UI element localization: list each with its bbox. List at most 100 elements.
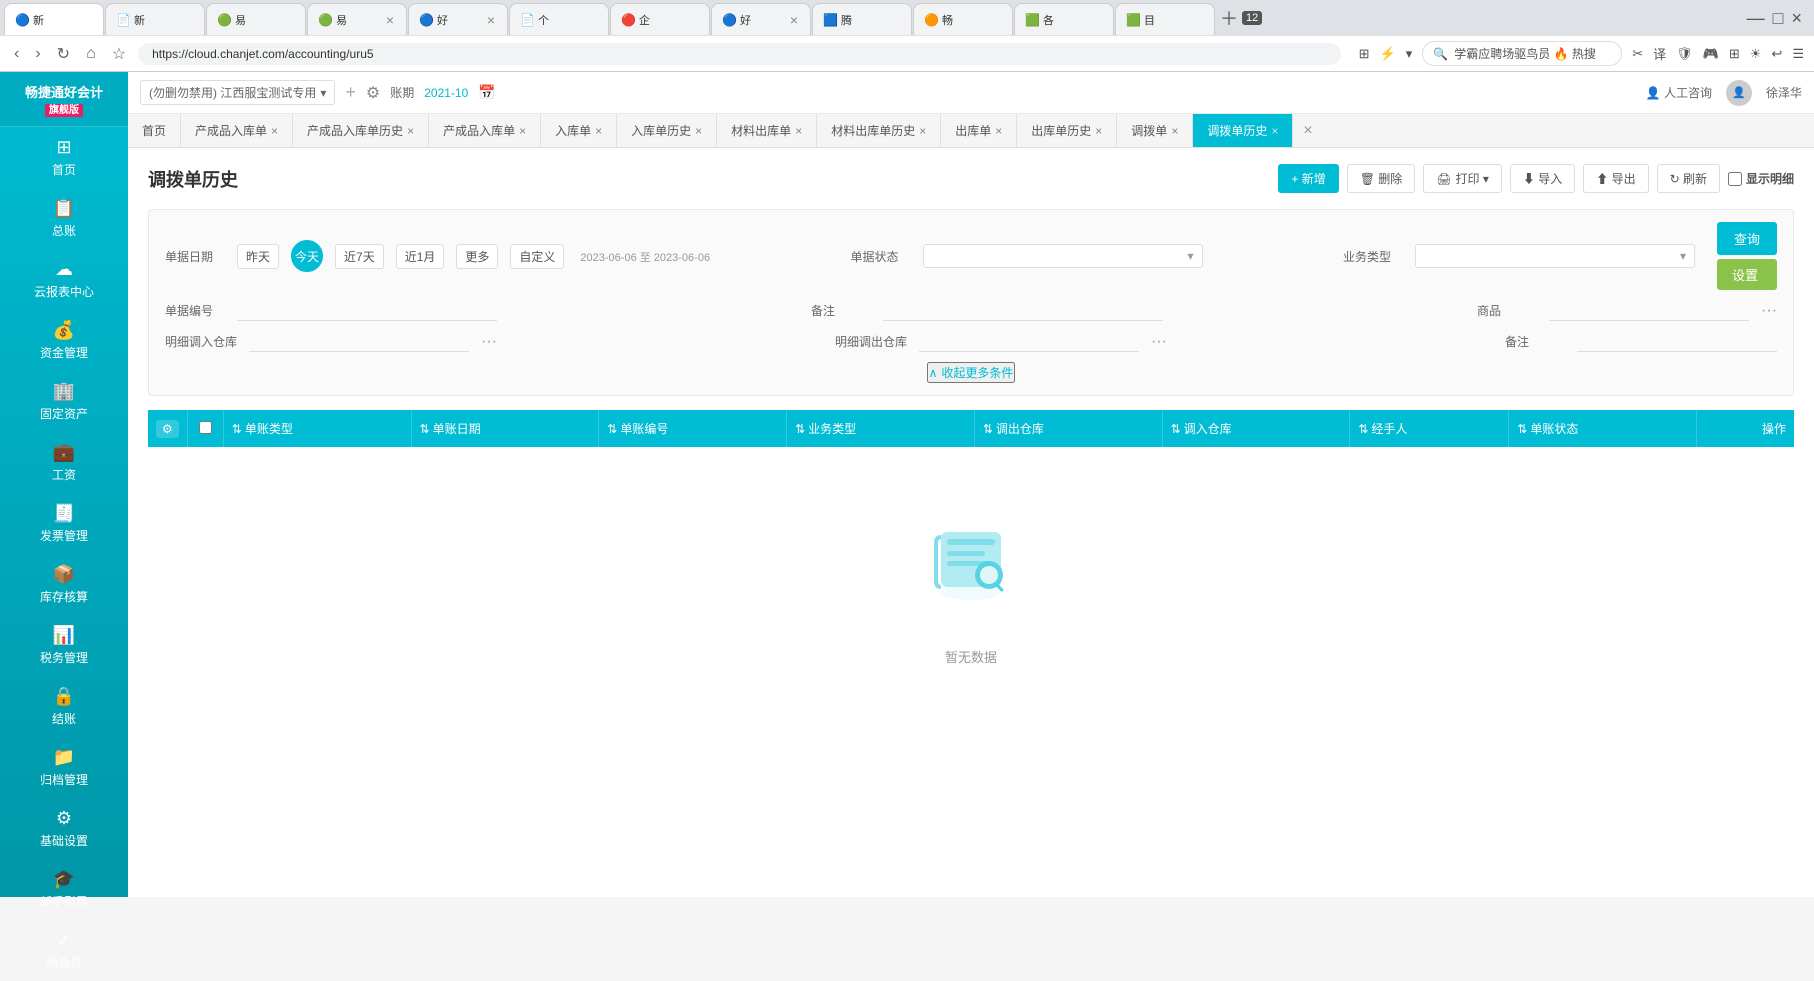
sidebar-item-ledger[interactable]: 📋 总账 bbox=[0, 188, 128, 249]
nav-tab-transfer-history[interactable]: 调拨单历史 × bbox=[1193, 114, 1293, 147]
theme-icon[interactable]: ☀ bbox=[1750, 46, 1762, 62]
tab-close-4[interactable]: × bbox=[485, 12, 497, 28]
user-avatar[interactable]: 👤 bbox=[1726, 80, 1752, 106]
sidebar-item-home[interactable]: ⊞ 首页 bbox=[0, 127, 128, 188]
sidebar-item-capital[interactable]: 💰 资金管理 bbox=[0, 310, 128, 371]
refresh-button[interactable]: ↻ bbox=[53, 42, 74, 66]
goods-more-icon[interactable]: ··· bbox=[1761, 302, 1777, 320]
th-number[interactable]: ⇅ 单账编号 bbox=[599, 410, 787, 447]
nav-tab-close[interactable]: × bbox=[407, 124, 414, 138]
window-minimize-btn[interactable]: — bbox=[1747, 8, 1765, 29]
import-button[interactable]: ⬇ 导入 bbox=[1510, 164, 1575, 193]
tab-close-7[interactable]: × bbox=[788, 12, 800, 28]
date-btn-today[interactable]: 今天 bbox=[291, 240, 323, 272]
service-btn[interactable]: 👤 人工咨询 bbox=[1646, 84, 1712, 101]
query-button[interactable]: 查询 bbox=[1717, 222, 1777, 255]
th-status[interactable]: ⇅ 单账状态 bbox=[1509, 410, 1697, 447]
menu-icon[interactable]: ☰ bbox=[1792, 46, 1804, 62]
th-type[interactable]: ⇅ 单账类型 bbox=[223, 410, 411, 447]
browser-tab-8[interactable]: 🟦 腾 bbox=[812, 3, 912, 35]
date-btn-1month[interactable]: 近1月 bbox=[396, 244, 445, 269]
nav-tab-product-in2[interactable]: 产成品入库单 × bbox=[429, 114, 541, 147]
print-button[interactable]: 🖨 🖨 打印 打印 ▾ bbox=[1423, 164, 1502, 193]
business-select[interactable]: ▾ bbox=[1415, 244, 1695, 268]
forward-button[interactable]: › bbox=[31, 43, 44, 65]
browser-tab-1[interactable]: 📄 新 bbox=[105, 3, 205, 35]
settings-gear-icon[interactable]: ⚙ bbox=[366, 83, 380, 103]
detail-out-more-icon[interactable]: ··· bbox=[1151, 333, 1167, 351]
star-button[interactable]: ☆ bbox=[108, 42, 130, 66]
th-settings[interactable]: ⚙ bbox=[148, 410, 187, 447]
company-selector[interactable]: (勿删勿禁用) 江西服宝测试专用 ▾ bbox=[140, 80, 335, 105]
nav-tab-close[interactable]: × bbox=[1095, 124, 1102, 138]
browser-tab-11[interactable]: 🟩 目 bbox=[1115, 3, 1215, 35]
history-icon[interactable]: ↩ bbox=[1771, 46, 1782, 62]
delete-button[interactable]: 🗑 删除 bbox=[1347, 164, 1416, 193]
translate-icon[interactable]: 译 bbox=[1653, 44, 1666, 63]
nav-tab-close[interactable]: × bbox=[595, 124, 602, 138]
new-tab-button[interactable]: ＋ bbox=[1216, 1, 1242, 35]
grid-icon[interactable]: ⊞ bbox=[1729, 46, 1740, 62]
sidebar-item-guide[interactable]: 🎓 新手引导 bbox=[0, 859, 128, 920]
tab-close-3[interactable]: × bbox=[384, 12, 396, 28]
browser-tab-2[interactable]: 🟢 易 bbox=[206, 3, 306, 35]
browser-tab-10[interactable]: 🟩 各 bbox=[1014, 3, 1114, 35]
sidebar-item-close[interactable]: 🔒 结账 bbox=[0, 676, 128, 737]
scissors-icon[interactable]: ✂ bbox=[1632, 46, 1643, 62]
date-btn-more[interactable]: 更多 bbox=[456, 244, 498, 269]
nav-tab-close[interactable]: × bbox=[1171, 124, 1178, 138]
home-button[interactable]: ⌂ bbox=[82, 43, 100, 65]
nav-tab-close[interactable]: × bbox=[995, 124, 1002, 138]
goods-input[interactable] bbox=[1549, 300, 1749, 321]
nav-tab-close[interactable]: × bbox=[271, 124, 278, 138]
date-btn-7days[interactable]: 近7天 bbox=[335, 244, 384, 269]
select-all-checkbox[interactable] bbox=[199, 421, 212, 434]
date-btn-yesterday[interactable]: 昨天 bbox=[237, 244, 279, 269]
sidebar-item-fixed[interactable]: 🏢 固定资产 bbox=[0, 371, 128, 432]
nav-tab-in-history[interactable]: 入库单历史 × bbox=[617, 114, 717, 147]
sidebar-item-settings[interactable]: ⚙ 基础设置 bbox=[0, 798, 128, 859]
browser-tab-9[interactable]: 🟠 畅 bbox=[913, 3, 1013, 35]
browser-tab-logo[interactable]: 🔵 新 bbox=[4, 3, 104, 35]
address-input[interactable] bbox=[138, 43, 1341, 65]
browser-tab-4[interactable]: 🔵 好 × bbox=[408, 3, 508, 35]
collapse-button[interactable]: ∧ 收起更多条件 bbox=[927, 362, 1016, 383]
detail-note-input[interactable] bbox=[1577, 331, 1777, 352]
th-in-warehouse[interactable]: ⇅ 调入仓库 bbox=[1162, 410, 1350, 447]
window-close-btn[interactable]: × bbox=[1791, 8, 1802, 29]
nav-tab-product-in-history[interactable]: 产成品入库单历史 × bbox=[293, 114, 429, 147]
nav-tab-material-out[interactable]: 材料出库单 × bbox=[717, 114, 817, 147]
sidebar-item-invoice[interactable]: 🧾 发票管理 bbox=[0, 493, 128, 554]
nav-tab-close[interactable]: × bbox=[695, 124, 702, 138]
nav-tab-in-order[interactable]: 入库单 × bbox=[541, 114, 617, 147]
th-out-warehouse[interactable]: ⇅ 调出仓库 bbox=[974, 410, 1162, 447]
sidebar-item-wages[interactable]: 💼 工资 bbox=[0, 432, 128, 493]
date-btn-custom[interactable]: 自定义 bbox=[510, 244, 564, 269]
sidebar-item-archive[interactable]: 📁 归档管理 bbox=[0, 737, 128, 798]
nav-tab-close[interactable]: × bbox=[919, 124, 926, 138]
detail-in-input[interactable] bbox=[249, 331, 469, 352]
nav-tab-material-out-history[interactable]: 材料出库单历史 × bbox=[817, 114, 941, 147]
gear-icon[interactable]: ⚙ bbox=[156, 420, 179, 438]
nav-tab-close[interactable]: × bbox=[519, 124, 526, 138]
browser-tab-7[interactable]: 🔵 好 × bbox=[711, 3, 811, 35]
detail-out-input[interactable] bbox=[919, 331, 1139, 352]
th-date[interactable]: ⇅ 单账日期 bbox=[411, 410, 599, 447]
window-maximize-btn[interactable]: □ bbox=[1773, 8, 1784, 29]
sidebar-item-reports[interactable]: ☁ 云报表中心 bbox=[0, 249, 128, 310]
period-value[interactable]: 2021-10 bbox=[424, 86, 468, 100]
dropdown-icon[interactable]: ▾ bbox=[1406, 46, 1413, 62]
calendar-icon[interactable]: 📅 bbox=[478, 84, 495, 101]
sidebar-item-tax[interactable]: 📊 税务管理 bbox=[0, 615, 128, 676]
browser-tab-6[interactable]: 🔴 企 bbox=[610, 3, 710, 35]
refresh-button[interactable]: ↻ 刷新 bbox=[1657, 164, 1720, 193]
nav-tab-out-order[interactable]: 出库单 × bbox=[941, 114, 1017, 147]
add-company-btn[interactable]: + bbox=[345, 82, 356, 103]
nav-tab-product-in[interactable]: 产成品入库单 × bbox=[181, 114, 293, 147]
sidebar-item-member[interactable]: ✓ 畅会员 bbox=[0, 920, 128, 981]
browser-tab-5[interactable]: 📄 个 bbox=[509, 3, 609, 35]
tab-close-all[interactable]: × bbox=[1293, 122, 1322, 140]
shield-icon[interactable]: 🛡 bbox=[1676, 46, 1693, 62]
game-icon[interactable]: 🎮 bbox=[1703, 46, 1719, 62]
sidebar-item-inventory[interactable]: 📦 库存核算 bbox=[0, 554, 128, 615]
